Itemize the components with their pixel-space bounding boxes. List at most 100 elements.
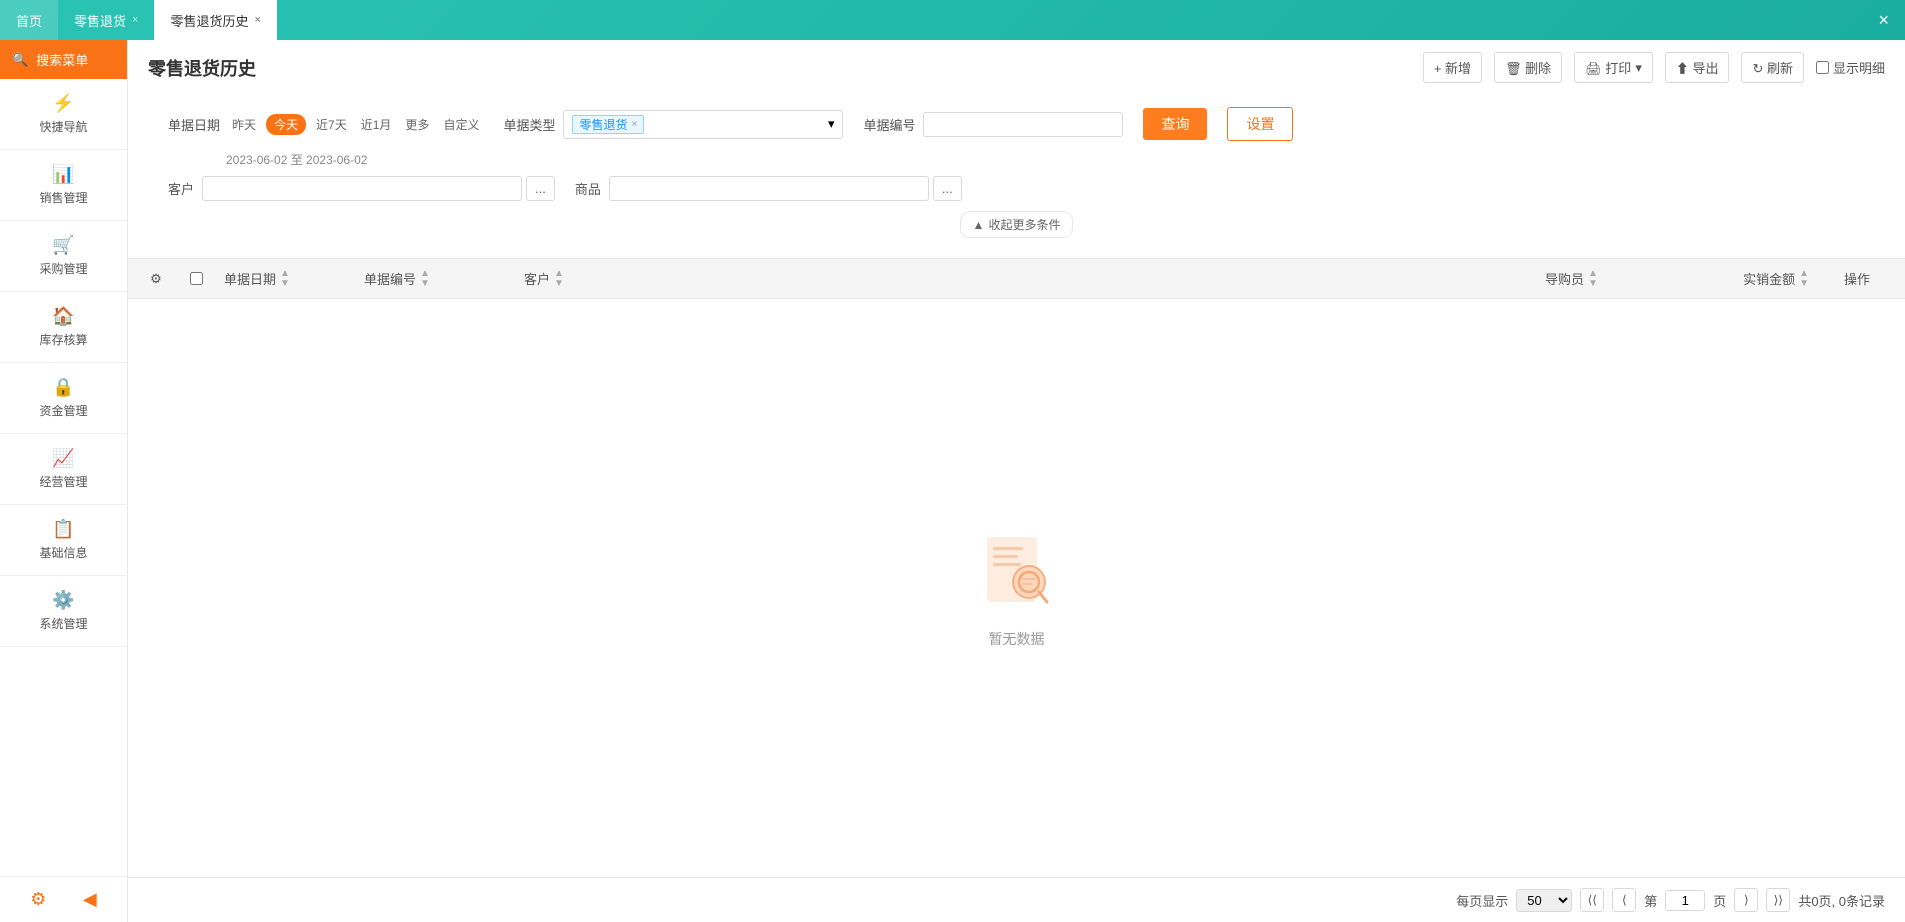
print-button[interactable]: 🖨 打印 ▾ xyxy=(1574,52,1653,83)
th-amount[interactable]: 实销金额 ▲▼ xyxy=(1697,269,1817,289)
th-order-no[interactable]: 单据编号 ▲▼ xyxy=(356,269,516,289)
date-filter: 单据日期 昨天 今天 近7天 近1月 更多 自定义 xyxy=(168,114,483,135)
page-title: 零售退货历史 xyxy=(148,55,256,81)
last-page-btn[interactable]: ⟩⟩ xyxy=(1766,888,1790,912)
prev-page-btn[interactable]: ⟨ xyxy=(1612,888,1636,912)
tab-retail-return-label: 零售退货 xyxy=(74,11,126,30)
filter-row-2: 客户 ... 商品 ... xyxy=(168,176,1865,201)
order-type-label: 单据类型 xyxy=(503,115,555,134)
th-action-label: 操作 xyxy=(1844,269,1870,288)
date-range-display: 2023-06-02 至 2023-06-02 xyxy=(226,151,1865,168)
sidebar-item-finance-label: 资金管理 xyxy=(39,402,87,419)
goods-input[interactable] xyxy=(609,176,929,201)
filter-settings-button[interactable]: 设置 xyxy=(1227,107,1293,141)
sidebar-item-quick-nav-label: 快捷导航 xyxy=(39,118,87,135)
sidebar-item-sales[interactable]: 📊 销售管理 xyxy=(0,150,127,221)
sidebar-item-finance[interactable]: 🔒 资金管理 xyxy=(0,363,127,434)
th-date-label: 单据日期 xyxy=(224,269,276,288)
th-customer[interactable]: 客户 ▲▼ xyxy=(516,269,1537,289)
sidebar-search-label: 搜索菜单 xyxy=(36,50,88,69)
collapse-sidebar-icon[interactable]: ◀ xyxy=(83,889,97,910)
sidebar-bottom: ⚙ ◀ xyxy=(0,876,127,922)
tab-retail-return-history-close[interactable]: × xyxy=(254,14,260,26)
order-type-tag: 零售退货 × xyxy=(572,115,644,134)
custom-btn[interactable]: 自定义 xyxy=(439,114,483,135)
th-guide[interactable]: 导购员 ▲▼ xyxy=(1537,269,1697,289)
business-icon: 📈 xyxy=(52,448,74,469)
refresh-button[interactable]: ↻ 刷新 xyxy=(1741,52,1804,83)
today-btn[interactable]: 今天 xyxy=(266,114,306,135)
select-all-checkbox[interactable] xyxy=(190,272,203,285)
sidebar-item-inventory[interactable]: 🏠 库存核算 xyxy=(0,292,127,363)
top-bar: 首页 零售退货 × 零售退货历史 × × xyxy=(0,0,1905,40)
sidebar-search[interactable]: 🔍 搜索菜单 xyxy=(0,40,127,79)
export-button[interactable]: ⬆ 导出 xyxy=(1665,52,1730,83)
th-guide-label: 导购员 xyxy=(1545,269,1584,288)
order-type-filter: 单据类型 零售退货 × ▾ xyxy=(503,110,843,139)
add-button[interactable]: + 新增 xyxy=(1423,52,1482,83)
tab-retail-return-history-label: 零售退货历史 xyxy=(170,11,248,30)
customer-ellipsis-btn[interactable]: ... xyxy=(526,176,555,201)
collapse-row: ▲ 收起更多条件 xyxy=(168,211,1865,246)
customer-input[interactable] xyxy=(202,176,522,201)
filter-area: 单据日期 昨天 今天 近7天 近1月 更多 自定义 单据类型 xyxy=(148,95,1885,258)
delete-button-label: 🗑 删除 xyxy=(1505,58,1551,77)
settings-bottom-icon[interactable]: ⚙ xyxy=(30,889,46,910)
sidebar-item-quick-nav[interactable]: ⚡ 快捷导航 xyxy=(0,79,127,150)
sidebar-item-business[interactable]: 📈 经营管理 xyxy=(0,434,127,505)
tab-home-label: 首页 xyxy=(16,11,42,30)
sidebar-item-base-info-label: 基础信息 xyxy=(39,544,87,561)
next-page-btn[interactable]: ⟩ xyxy=(1734,888,1758,912)
order-type-select[interactable]: 零售退货 × ▾ xyxy=(563,110,843,139)
order-type-tag-close[interactable]: × xyxy=(631,119,637,130)
tab-list: 首页 零售退货 × 零售退货历史 × xyxy=(0,0,1862,40)
collapse-btn[interactable]: ▲ 收起更多条件 xyxy=(960,211,1074,238)
th-date-sort: ▲▼ xyxy=(280,269,290,289)
date-filter-label: 单据日期 xyxy=(168,115,220,134)
total-text: 共0页, 0条记录 xyxy=(1798,891,1885,910)
show-detail-label: 显示明细 xyxy=(1833,58,1885,77)
last1m-btn[interactable]: 近1月 xyxy=(357,114,396,135)
show-detail-input[interactable] xyxy=(1816,61,1829,74)
order-no-input[interactable] xyxy=(923,112,1123,137)
more-btn[interactable]: 更多 xyxy=(401,114,433,135)
th-customer-sort: ▲▼ xyxy=(554,269,564,289)
per-page-select[interactable]: 50 10 20 100 xyxy=(1516,889,1572,912)
order-no-label: 单据编号 xyxy=(863,115,915,134)
first-page-btn[interactable]: ⟨⟨ xyxy=(1580,888,1604,912)
sidebar-item-base-info[interactable]: 📋 基础信息 xyxy=(0,505,127,576)
sidebar-item-purchase[interactable]: 🛒 采购管理 xyxy=(0,221,127,292)
sales-icon: 📊 xyxy=(52,164,74,185)
sidebar-item-business-label: 经营管理 xyxy=(39,473,87,490)
last7-btn[interactable]: 近7天 xyxy=(312,114,351,135)
th-date[interactable]: 单据日期 ▲▼ xyxy=(216,269,356,289)
page-input[interactable] xyxy=(1665,890,1705,911)
collapse-label: 收起更多条件 xyxy=(988,216,1060,233)
per-page-label: 每页显示 xyxy=(1456,891,1508,910)
goods-label: 商品 xyxy=(575,179,601,198)
query-button[interactable]: 查询 xyxy=(1143,108,1207,140)
sidebar-item-sales-label: 销售管理 xyxy=(39,189,87,206)
page-header: 零售退货历史 + 新增 🗑 删除 🖨 打印 ▾ ⬆ 导出 xyxy=(128,40,1905,259)
delete-button[interactable]: 🗑 删除 xyxy=(1494,52,1562,83)
tab-retail-return-close[interactable]: × xyxy=(132,14,138,26)
goods-input-group: ... xyxy=(609,176,962,201)
tab-retail-return[interactable]: 零售退货 × xyxy=(58,0,154,40)
empty-text: 暂无数据 xyxy=(989,629,1045,649)
tab-retail-return-history[interactable]: 零售退货历史 × xyxy=(154,0,276,40)
th-settings[interactable]: ⚙ xyxy=(136,271,176,287)
system-icon: ⚙️ xyxy=(52,590,74,611)
yesterday-btn[interactable]: 昨天 xyxy=(228,114,260,135)
print-dropdown-icon: ▾ xyxy=(1635,60,1642,76)
tab-home[interactable]: 首页 xyxy=(0,0,58,40)
th-amount-sort: ▲▼ xyxy=(1799,269,1809,289)
content-area: 零售退货历史 + 新增 🗑 删除 🖨 打印 ▾ ⬆ 导出 xyxy=(128,40,1905,922)
window-close-btn[interactable]: × xyxy=(1862,10,1905,31)
show-detail-checkbox[interactable]: 显示明细 xyxy=(1816,58,1885,77)
goods-ellipsis-btn[interactable]: ... xyxy=(933,176,962,201)
empty-icon xyxy=(967,527,1067,617)
th-checkbox[interactable] xyxy=(176,272,216,285)
sidebar-item-system[interactable]: ⚙️ 系统管理 xyxy=(0,576,127,647)
table-section: ⚙ 单据日期 ▲▼ 单据编号 ▲▼ 客户 ▲▼ 导购员 xyxy=(128,259,1905,922)
base-info-icon: 📋 xyxy=(52,519,74,540)
